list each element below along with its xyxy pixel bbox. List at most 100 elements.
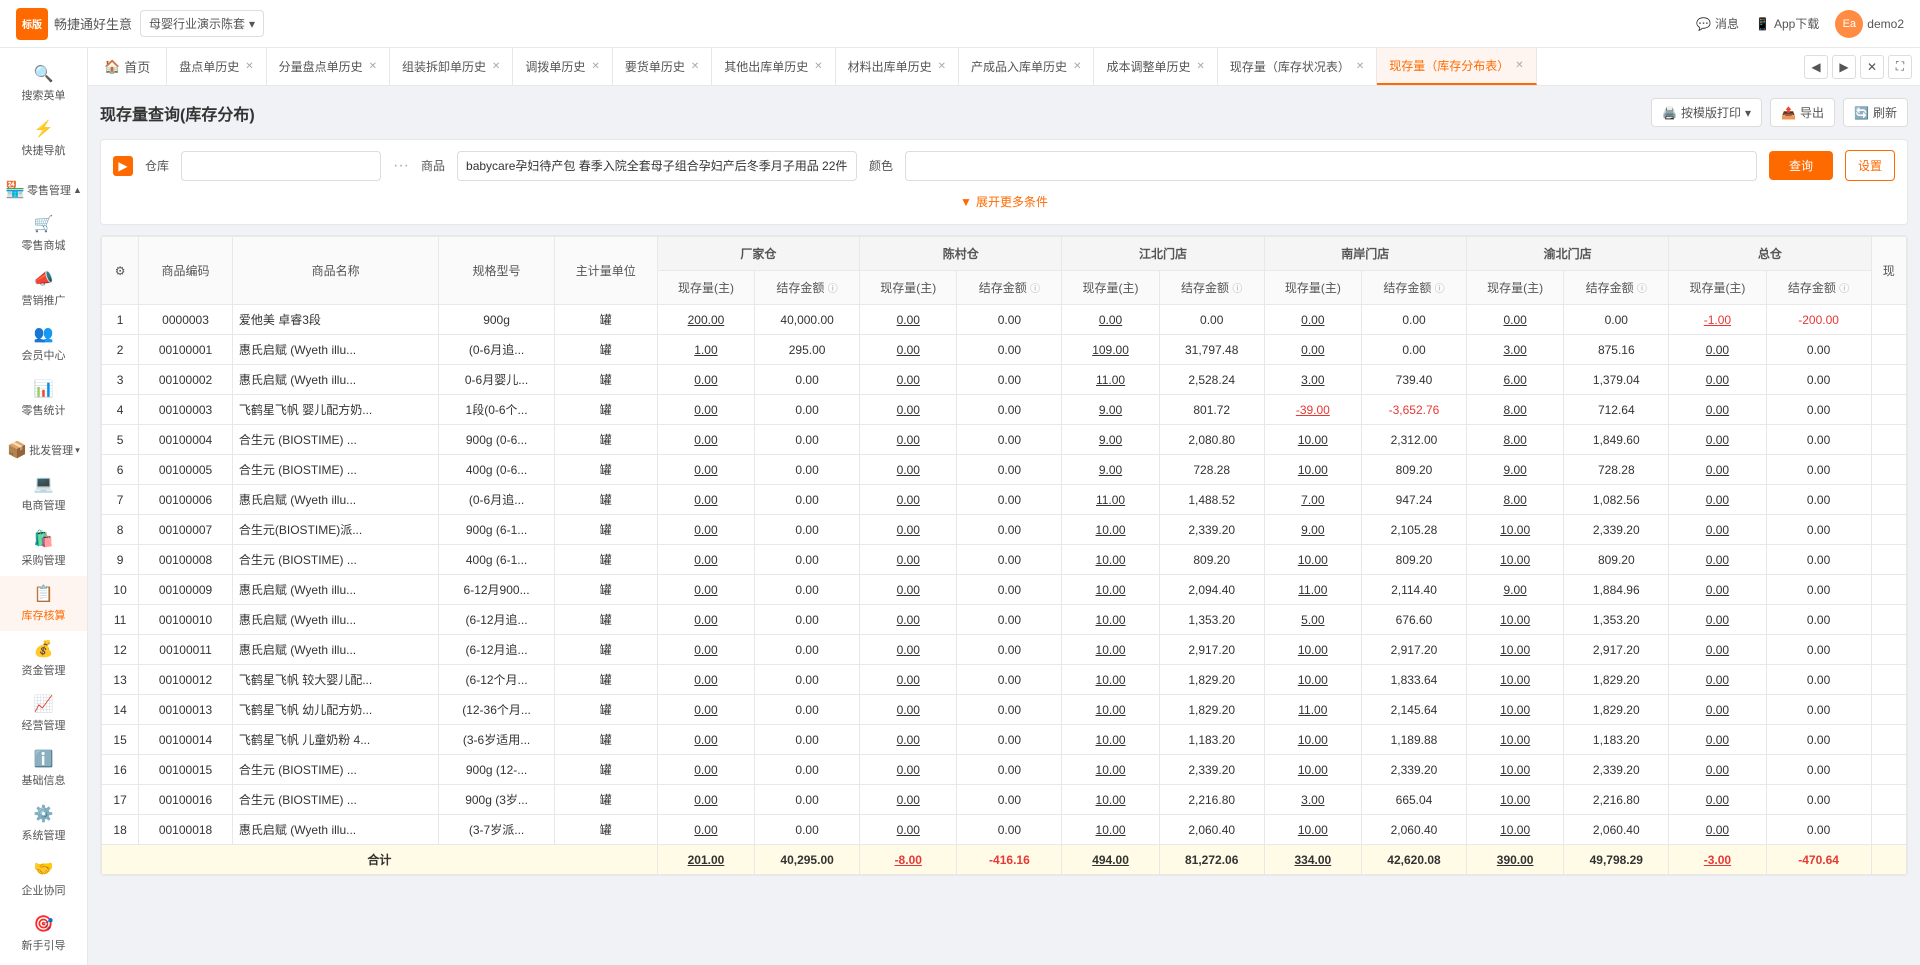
tab-stocktake-close[interactable]: ✕ (245, 61, 253, 72)
cell-nanan-stock[interactable]: 10.00 (1264, 755, 1361, 785)
sidebar-item-quick[interactable]: ⚡ 快捷导航 (0, 111, 87, 166)
cell-yubeimen-stock[interactable]: 3.00 (1466, 335, 1563, 365)
cell-factory-stock[interactable]: 0.00 (657, 665, 754, 695)
cell-jiangbei-stock[interactable]: 10.00 (1062, 635, 1159, 665)
cell-jiangbei-stock[interactable]: 10.00 (1062, 515, 1159, 545)
cell-chengjia-stock[interactable]: 0.00 (860, 335, 957, 365)
cell-yubeimen-stock[interactable]: 8.00 (1466, 425, 1563, 455)
cell-chengjia-stock[interactable]: 0.00 (860, 515, 957, 545)
cell-nanan-stock[interactable]: 10.00 (1264, 545, 1361, 575)
refresh-button[interactable]: 🔄 刷新 (1843, 98, 1908, 127)
total-total-stock[interactable]: -3.00 (1669, 845, 1766, 875)
sidebar-item-inventory[interactable]: 📋 库存核算 (0, 576, 87, 631)
cell-nanan-stock[interactable]: 9.00 (1264, 515, 1361, 545)
cell-nanan-stock[interactable]: 10.00 (1264, 665, 1361, 695)
cell-factory-stock[interactable]: 0.00 (657, 485, 754, 515)
cell-jiangbei-stock[interactable]: 10.00 (1062, 785, 1159, 815)
sidebar-item-system[interactable]: ⚙️ 系统管理 (0, 796, 87, 851)
tab-material-out[interactable]: 材料出库单历史 ✕ (836, 48, 959, 85)
sidebar-item-app-center[interactable]: 📱 应用中心 (0, 961, 87, 965)
cell-factory-stock[interactable]: 0.00 (657, 395, 754, 425)
cell-yubeimen-stock[interactable]: 8.00 (1466, 395, 1563, 425)
cell-nanan-stock[interactable]: 10.00 (1264, 635, 1361, 665)
cell-total-stock[interactable]: 0.00 (1669, 545, 1766, 575)
cell-chengjia-stock[interactable]: 0.00 (860, 815, 957, 845)
cell-jiangbei-stock[interactable]: 11.00 (1062, 485, 1159, 515)
settings-button[interactable]: 设置 (1845, 150, 1895, 181)
cell-factory-stock[interactable]: 0.00 (657, 695, 754, 725)
cell-nanan-stock[interactable]: 0.00 (1264, 335, 1361, 365)
cell-nanan-stock[interactable]: 10.00 (1264, 815, 1361, 845)
cell-factory-stock[interactable]: 0.00 (657, 575, 754, 605)
cell-chengjia-stock[interactable]: 0.00 (860, 395, 957, 425)
cell-chengjia-stock[interactable]: 0.00 (860, 365, 957, 395)
sidebar-item-wholesale[interactable]: 📦 批发管理 ▾ (0, 434, 87, 466)
app-download-button[interactable]: 📱 App下载 (1755, 15, 1819, 32)
cell-total-stock[interactable]: 0.00 (1669, 395, 1766, 425)
cell-yubeimen-stock[interactable]: 10.00 (1466, 695, 1563, 725)
total-yubeimen-stock[interactable]: 390.00 (1466, 845, 1563, 875)
cell-chengjia-stock[interactable]: 0.00 (860, 545, 957, 575)
cell-jiangbei-stock[interactable]: 10.00 (1062, 575, 1159, 605)
sidebar-item-ecommerce[interactable]: 💻 电商管理 (0, 466, 87, 521)
cell-nanan-stock[interactable]: -39.00 (1264, 395, 1361, 425)
cell-total-stock[interactable]: 0.00 (1669, 695, 1766, 725)
sidebar-item-retail-stat[interactable]: 📊 零售统计 (0, 371, 87, 426)
sidebar-item-search[interactable]: 🔍 搜索英单 (0, 56, 87, 111)
col-settings-icon[interactable]: ⚙ (102, 237, 139, 305)
search-button[interactable]: 查询 (1769, 151, 1833, 180)
cell-jiangbei-stock[interactable]: 10.00 (1062, 545, 1159, 575)
cell-total-stock[interactable]: 0.00 (1669, 485, 1766, 515)
cell-total-stock[interactable]: 0.00 (1669, 725, 1766, 755)
cell-total-stock[interactable]: 0.00 (1669, 755, 1766, 785)
cell-chengjia-stock[interactable]: 0.00 (860, 725, 957, 755)
cell-jiangbei-stock[interactable]: 9.00 (1062, 455, 1159, 485)
cell-factory-stock[interactable]: 0.00 (657, 725, 754, 755)
warehouse-dots[interactable]: ··· (393, 157, 409, 175)
cell-nanan-stock[interactable]: 11.00 (1264, 575, 1361, 605)
total-chengjia-stock[interactable]: -8.00 (860, 845, 957, 875)
cell-jiangbei-stock[interactable]: 10.00 (1062, 815, 1159, 845)
cell-chengjia-stock[interactable]: 0.00 (860, 305, 957, 335)
cell-yubeimen-stock[interactable]: 8.00 (1466, 485, 1563, 515)
tab-transfer-close[interactable]: ✕ (591, 61, 599, 72)
cell-total-stock[interactable]: -1.00 (1669, 305, 1766, 335)
sidebar-item-guide[interactable]: 🎯 新手引导 (0, 906, 87, 961)
print-button[interactable]: 🖨️ 按模版打印 ▾ (1651, 98, 1762, 127)
sidebar-item-purchase[interactable]: 🛍️ 采购管理 (0, 521, 87, 576)
tab-other-out[interactable]: 其他出库单历史 ✕ (712, 48, 835, 85)
color-input[interactable] (905, 151, 1757, 181)
cell-total-stock[interactable]: 0.00 (1669, 335, 1766, 365)
warehouse-input[interactable] (181, 151, 381, 181)
cell-chengjia-stock[interactable]: 0.00 (860, 455, 957, 485)
cell-yubeimen-stock[interactable]: 10.00 (1466, 815, 1563, 845)
cell-factory-stock[interactable]: 0.00 (657, 515, 754, 545)
cell-yubeimen-stock[interactable]: 9.00 (1466, 575, 1563, 605)
message-button[interactable]: 💬 消息 (1696, 15, 1739, 32)
cell-chengjia-stock[interactable]: 0.00 (860, 695, 957, 725)
cell-total-stock[interactable]: 0.00 (1669, 455, 1766, 485)
warehouse-toggle[interactable]: ▶ (113, 156, 133, 176)
cell-factory-stock[interactable]: 0.00 (657, 425, 754, 455)
tab-cost-adjust[interactable]: 成本调整单历史 ✕ (1094, 48, 1217, 85)
cell-nanan-stock[interactable]: 7.00 (1264, 485, 1361, 515)
tab-stock-status-close[interactable]: ✕ (1356, 61, 1364, 72)
cell-factory-stock[interactable]: 0.00 (657, 605, 754, 635)
cell-nanan-stock[interactable]: 0.00 (1264, 305, 1361, 335)
cell-yubeimen-stock[interactable]: 6.00 (1466, 365, 1563, 395)
export-button[interactable]: 📤 导出 (1770, 98, 1835, 127)
tab-material-out-close[interactable]: ✕ (938, 61, 946, 72)
cell-jiangbei-stock[interactable]: 9.00 (1062, 395, 1159, 425)
cell-total-stock[interactable]: 0.00 (1669, 605, 1766, 635)
cell-chengjia-stock[interactable]: 0.00 (860, 635, 957, 665)
cell-chengjia-stock[interactable]: 0.00 (860, 755, 957, 785)
cell-factory-stock[interactable]: 0.00 (657, 545, 754, 575)
cell-factory-stock[interactable]: 0.00 (657, 815, 754, 845)
cell-jiangbei-stock[interactable]: 10.00 (1062, 725, 1159, 755)
cell-factory-stock[interactable]: 1.00 (657, 335, 754, 365)
cell-nanan-stock[interactable]: 11.00 (1264, 695, 1361, 725)
tab-prev-button[interactable]: ◀ (1804, 55, 1828, 79)
cell-jiangbei-stock[interactable]: 10.00 (1062, 755, 1159, 785)
total-jiangbei-stock[interactable]: 494.00 (1062, 845, 1159, 875)
tab-stock-dist[interactable]: 现存量（库存分布表） ✕ (1377, 48, 1536, 85)
